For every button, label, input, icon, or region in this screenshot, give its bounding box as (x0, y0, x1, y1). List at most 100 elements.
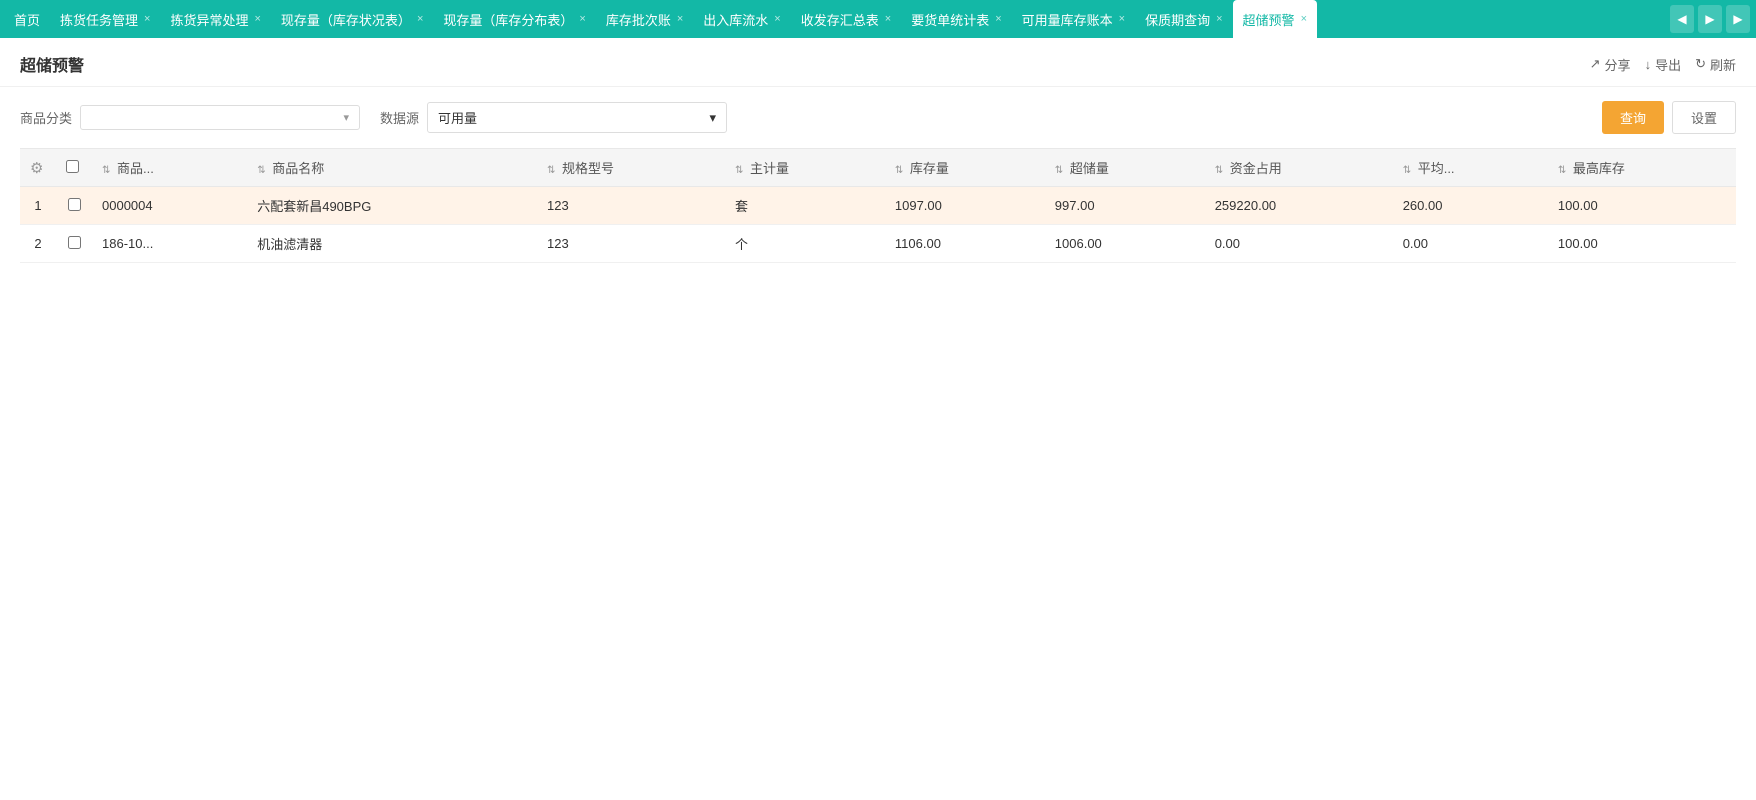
cell-unit: 个 (725, 225, 885, 263)
header-gear[interactable]: ⚙ (20, 149, 56, 187)
page-header: 超储预警 ↗ 分享 ↓ 导出 ↻ 刷新 (0, 38, 1756, 87)
nav-abnormal[interactable]: 拣货异常处理 × (160, 0, 270, 38)
table-row: 2 186-10... 机油滤清器 123 个 1106.00 1006.00 … (20, 225, 1736, 263)
header-stock[interactable]: ⇅ 库存量 (885, 149, 1045, 187)
filter-actions: 查询 设置 (1602, 101, 1736, 134)
export-button[interactable]: ↓ 导出 (1645, 55, 1682, 74)
cell-product-name: 六配套新昌490BPG (247, 187, 537, 225)
close-icon[interactable]: × (144, 13, 150, 25)
category-label: 商品分类 (20, 108, 72, 127)
cell-overflow: 1006.00 (1045, 225, 1205, 263)
category-select[interactable]: ▾ (80, 105, 360, 130)
sort-icon: ⇅ (1403, 165, 1411, 176)
settings-button[interactable]: 设置 (1672, 101, 1736, 134)
sort-icon: ⇅ (895, 165, 903, 176)
close-icon[interactable]: × (774, 13, 780, 25)
cell-avg: 260.00 (1393, 187, 1548, 225)
nav-prev-arrow[interactable]: ◀ (1670, 5, 1694, 33)
nav-inout-flow[interactable]: 出入库流水 × (693, 0, 790, 38)
header-overflow[interactable]: ⇅ 超储量 (1045, 149, 1205, 187)
header-avg[interactable]: ⇅ 平均... (1393, 149, 1548, 187)
cell-product-name: 机油滤清器 (247, 225, 537, 263)
nav-stock-dist[interactable]: 现存量（库存分布表） × (433, 0, 595, 38)
row-checkbox-cell[interactable] (56, 225, 92, 263)
top-navigation: 首页 拣货任务管理 × 拣货异常处理 × 现存量（库存状况表） × 现存量（库存… (0, 0, 1756, 38)
sort-icon: ⇅ (1558, 165, 1566, 176)
nav-arrows: ◀ ▶ ▶ (1668, 5, 1752, 33)
header-max-stock[interactable]: ⇅ 最高库存 (1548, 149, 1736, 187)
close-icon[interactable]: × (995, 13, 1001, 25)
table-container: ⚙ ⇅ 商品... ⇅ 商品名称 ⇅ 规格型号 (0, 148, 1756, 263)
header-spec[interactable]: ⇅ 规格型号 (537, 149, 725, 187)
nav-next-arrow[interactable]: ▶ (1698, 5, 1722, 33)
select-all-checkbox[interactable] (66, 160, 79, 173)
share-icon: ↗ (1590, 56, 1601, 72)
close-icon[interactable]: × (254, 13, 260, 25)
header-checkbox[interactable] (56, 149, 92, 187)
row-checkbox[interactable] (68, 236, 81, 249)
close-icon[interactable]: × (1119, 13, 1125, 25)
table-header-row: ⚙ ⇅ 商品... ⇅ 商品名称 ⇅ 规格型号 (20, 149, 1736, 187)
gear-icon[interactable]: ⚙ (30, 160, 43, 177)
nav-overstock-alert[interactable]: 超储预警 × (1233, 0, 1317, 38)
datasource-filter: 数据源 可用量 ▾ (380, 102, 727, 133)
close-icon[interactable]: × (677, 13, 683, 25)
nav-available-stock[interactable]: 可用量库存账本 × (1012, 0, 1135, 38)
sort-icon: ⇅ (1055, 165, 1063, 176)
cell-product-code: 186-10... (92, 225, 247, 263)
cell-unit: 套 (725, 187, 885, 225)
nav-expand-arrow[interactable]: ▶ (1726, 5, 1750, 33)
nav-summary[interactable]: 收发存汇总表 × (791, 0, 901, 38)
refresh-icon: ↻ (1695, 56, 1706, 72)
datasource-label: 数据源 (380, 108, 419, 127)
refresh-button[interactable]: ↻ 刷新 (1695, 55, 1736, 74)
page-title: 超储预警 (20, 52, 84, 76)
data-table: ⚙ ⇅ 商品... ⇅ 商品名称 ⇅ 规格型号 (20, 148, 1736, 263)
close-icon[interactable]: × (885, 13, 891, 25)
row-num: 1 (20, 187, 56, 225)
nav-stock-status[interactable]: 现存量（库存状况表） × (271, 0, 433, 38)
header-product-code[interactable]: ⇅ 商品... (92, 149, 247, 187)
header-product-name[interactable]: ⇅ 商品名称 (247, 149, 537, 187)
sort-icon: ⇅ (735, 165, 743, 176)
cell-max-stock: 100.00 (1548, 225, 1736, 263)
cell-product-code: 0000004 (92, 187, 247, 225)
close-icon[interactable]: × (1216, 13, 1222, 25)
sort-icon: ⇅ (1215, 165, 1223, 176)
cell-max-stock: 100.00 (1548, 187, 1736, 225)
cell-spec: 123 (537, 225, 725, 263)
export-icon: ↓ (1645, 57, 1652, 72)
sort-icon: ⇅ (257, 165, 265, 176)
cell-avg: 0.00 (1393, 225, 1548, 263)
close-icon[interactable]: × (579, 13, 585, 25)
row-checkbox-cell[interactable] (56, 187, 92, 225)
cell-stock: 1106.00 (885, 225, 1045, 263)
sort-icon: ⇅ (102, 165, 110, 176)
header-unit[interactable]: ⇅ 主计量 (725, 149, 885, 187)
nav-home[interactable]: 首页 (4, 0, 50, 38)
share-button[interactable]: ↗ 分享 (1590, 55, 1631, 74)
query-button[interactable]: 查询 (1602, 101, 1664, 134)
sort-icon: ⇅ (547, 165, 555, 176)
cell-spec: 123 (537, 187, 725, 225)
chevron-down-icon: ▾ (343, 111, 349, 124)
datasource-select[interactable]: 可用量 ▾ (427, 102, 727, 133)
datasource-select-value: 可用量 (438, 108, 709, 127)
cell-stock: 1097.00 (885, 187, 1045, 225)
page-content: 超储预警 ↗ 分享 ↓ 导出 ↻ 刷新 商品分类 ▾ 数据源 (0, 38, 1756, 800)
header-capital[interactable]: ⇅ 资金占用 (1205, 149, 1393, 187)
close-icon[interactable]: × (1301, 13, 1307, 25)
chevron-down-icon: ▾ (710, 110, 717, 126)
table-body: 1 0000004 六配套新昌490BPG 123 套 1097.00 997.… (20, 187, 1736, 263)
close-icon[interactable]: × (417, 13, 423, 25)
cell-capital: 0.00 (1205, 225, 1393, 263)
cell-capital: 259220.00 (1205, 187, 1393, 225)
nav-expiry[interactable]: 保质期查询 × (1135, 0, 1232, 38)
row-checkbox[interactable] (68, 198, 81, 211)
nav-task-mgmt[interactable]: 拣货任务管理 × (50, 0, 160, 38)
page-actions: ↗ 分享 ↓ 导出 ↻ 刷新 (1590, 55, 1736, 74)
nav-batch[interactable]: 库存批次账 × (596, 0, 693, 38)
nav-demand-stats[interactable]: 要货单统计表 × (901, 0, 1011, 38)
filter-bar: 商品分类 ▾ 数据源 可用量 ▾ 查询 设置 (0, 87, 1756, 148)
row-num: 2 (20, 225, 56, 263)
